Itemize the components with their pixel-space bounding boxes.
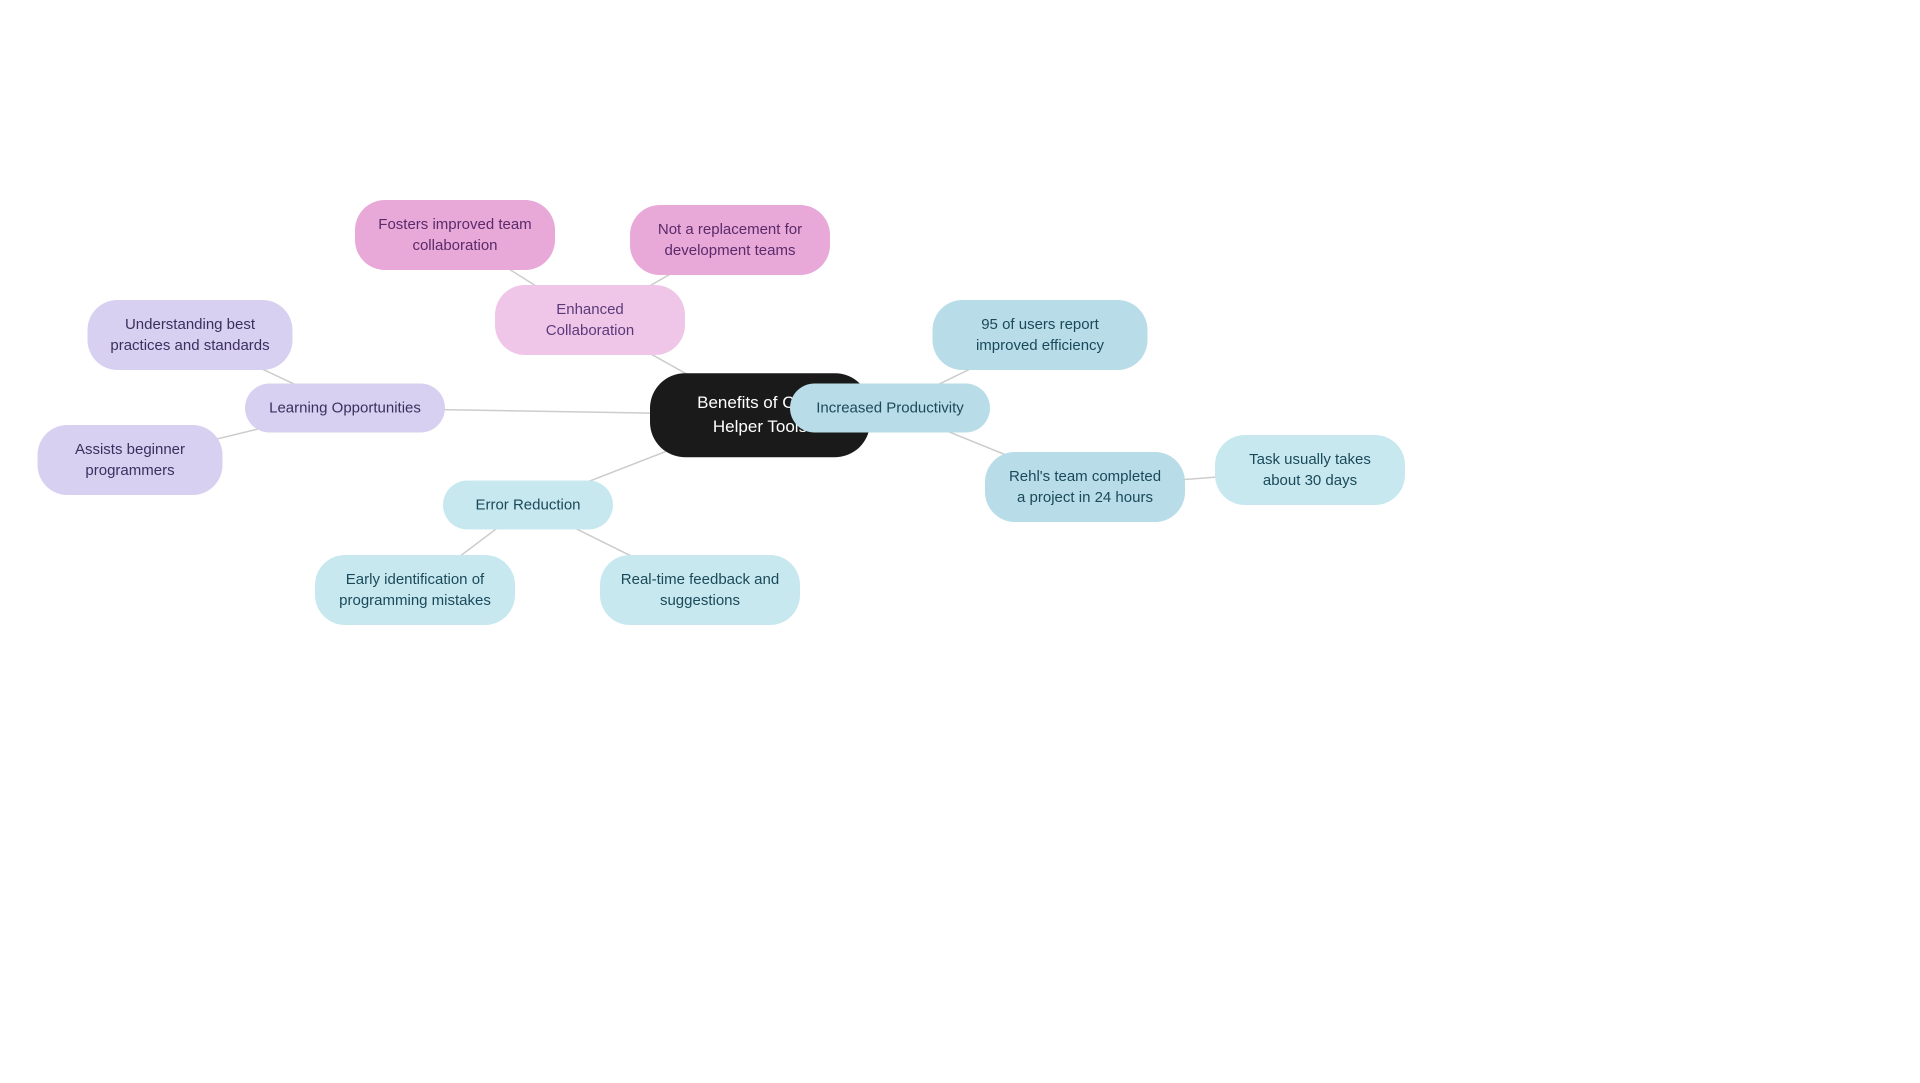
node-rehl-team: Rehl's team completed a project in 24 ho… [985,452,1185,522]
node-realtime-feedback: Real-time feedback and suggestions [600,555,800,625]
node-task-days: Task usually takes about 30 days [1215,435,1405,505]
node-best-practices: Understanding best practices and standar… [88,300,293,370]
node-error-reduction: Error Reduction [443,481,613,530]
node-increased-productivity: Increased Productivity [790,384,990,433]
mind-map: Benefits of Code Helper Tools Enhanced C… [0,0,1920,1083]
node-assists-beginners: Assists beginner programmers [38,425,223,495]
node-95-users: 95 of users report improved efficiency [933,300,1148,370]
node-enhanced-collaboration: Enhanced Collaboration [495,285,685,355]
node-fosters-team: Fosters improved team collaboration [355,200,555,270]
node-learning-opportunities: Learning Opportunities [245,384,445,433]
node-not-replacement: Not a replacement for development teams [630,205,830,275]
node-early-identification: Early identification of programming mist… [315,555,515,625]
